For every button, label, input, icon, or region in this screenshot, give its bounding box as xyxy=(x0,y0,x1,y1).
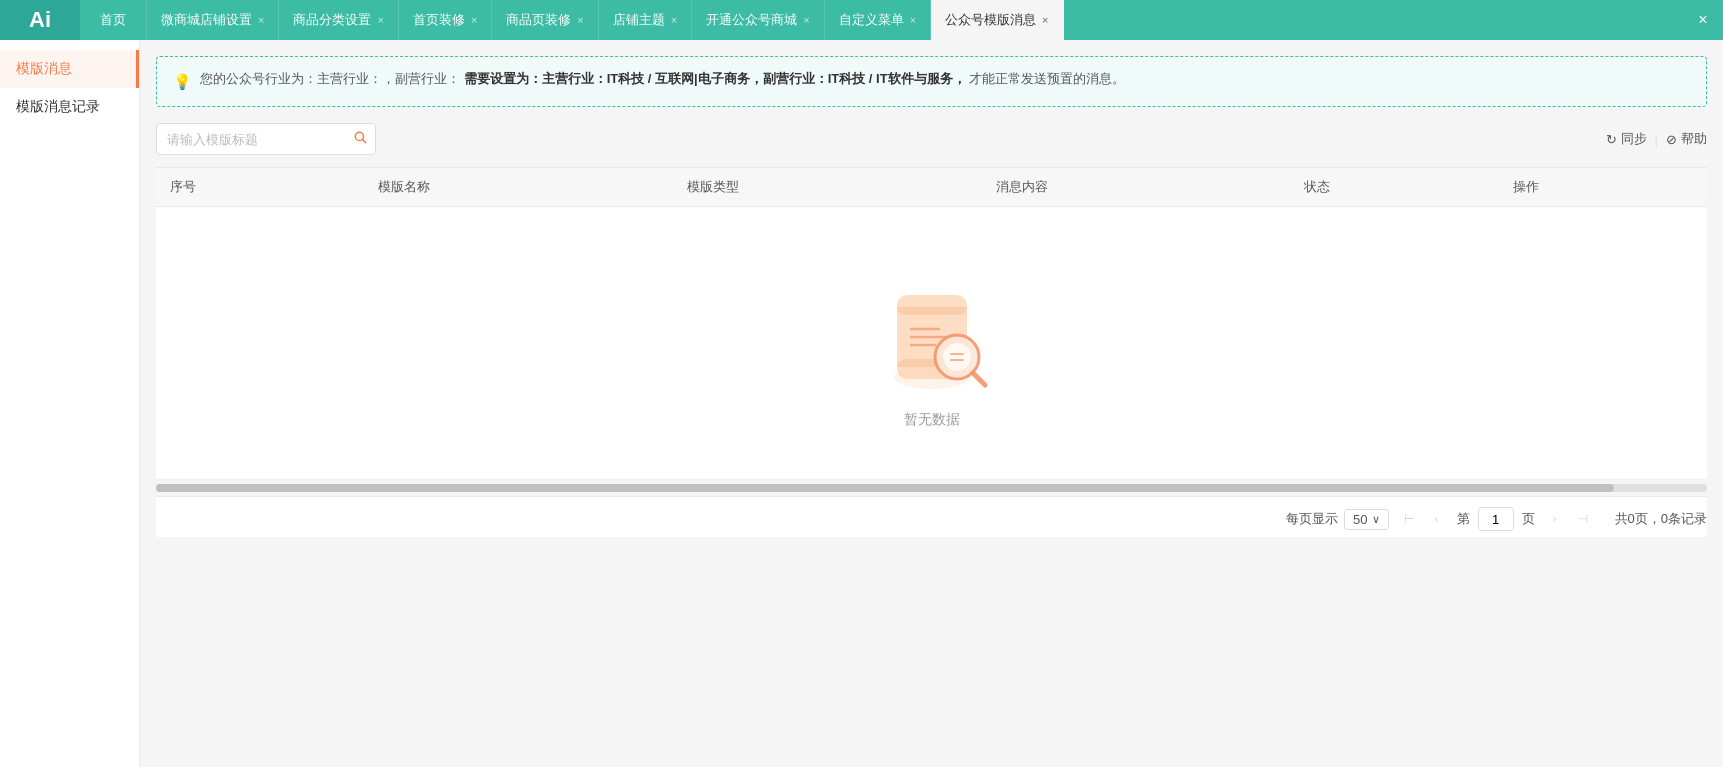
data-table: 序号模版名称模版类型消息内容状态操作 xyxy=(156,167,1707,480)
page-size-dropdown[interactable]: 50 ∨ xyxy=(1344,509,1388,530)
search-input-wrap xyxy=(156,123,376,155)
tab-close-icon[interactable]: × xyxy=(910,14,916,26)
col-header-序号: 序号 xyxy=(156,168,364,207)
sidebar: 模版消息模版消息记录 xyxy=(0,40,140,767)
tab-close-icon[interactable]: × xyxy=(803,14,809,26)
search-button[interactable] xyxy=(353,130,368,148)
sync-icon: ↻ xyxy=(1606,132,1617,147)
next-page-button[interactable]: › xyxy=(1543,507,1567,531)
page-size-select: 每页显示 50 ∨ xyxy=(1286,509,1388,530)
table-container: 序号模版名称模版类型消息内容状态操作 xyxy=(156,167,1707,496)
nav-tab-首页[interactable]: 首页 xyxy=(80,0,147,40)
col-header-消息内容: 消息内容 xyxy=(982,168,1291,207)
nav-tab-自定义菜单[interactable]: 自定义菜单× xyxy=(825,0,931,40)
page-number-input[interactable] xyxy=(1478,507,1514,531)
nav-tab-微商城店铺设置[interactable]: 微商城店铺设置× xyxy=(147,0,279,40)
notice-text: 您的公众号行业为：主营行业：，副营行业： 需要设置为：主营行业：IT科技 / 互… xyxy=(200,69,1125,90)
col-header-操作: 操作 xyxy=(1499,168,1707,207)
nav-tab-商品页装修[interactable]: 商品页装修× xyxy=(492,0,598,40)
table-header-row: 序号模版名称模版类型消息内容状态操作 xyxy=(156,168,1707,207)
tab-close-icon[interactable]: × xyxy=(377,14,383,26)
tab-close-icon[interactable]: × xyxy=(671,14,677,26)
scroll-thumb[interactable] xyxy=(156,484,1614,492)
page-size-label: 每页显示 xyxy=(1286,510,1338,528)
col-header-模版名称: 模版名称 xyxy=(364,168,673,207)
page-prefix-label: 第 xyxy=(1457,510,1470,528)
help-icon: ⊘ xyxy=(1666,132,1677,147)
empty-state: 暂无数据 xyxy=(170,217,1693,469)
top-nav: Ai 首页微商城店铺设置×商品分类设置×首页装修×商品页装修×店铺主题×开通公众… xyxy=(0,0,1723,40)
content-area: 💡 您的公众号行业为：主营行业：，副营行业： 需要设置为：主营行业：IT科技 /… xyxy=(140,40,1723,767)
help-button[interactable]: ⊘ 帮助 xyxy=(1666,130,1707,148)
col-header-模版类型: 模版类型 xyxy=(673,168,982,207)
svg-point-7 xyxy=(943,343,971,371)
total-info: 共0页，0条记录 xyxy=(1615,510,1707,528)
toolbar-right: ↻ 同步 | ⊘ 帮助 xyxy=(1606,130,1707,148)
first-page-button[interactable]: ⊢ xyxy=(1397,507,1421,531)
col-header-状态: 状态 xyxy=(1290,168,1498,207)
app-logo: Ai xyxy=(0,0,80,40)
nav-tab-公众号模版消息[interactable]: 公众号模版消息× xyxy=(931,0,1063,40)
horizontal-scrollbar[interactable] xyxy=(156,484,1707,492)
nav-tabs: 首页微商城店铺设置×商品分类设置×首页装修×商品页装修×店铺主题×开通公众号商城… xyxy=(80,0,1683,40)
tab-close-icon[interactable]: × xyxy=(471,14,477,26)
chevron-down-icon: ∨ xyxy=(1372,513,1380,526)
nav-tab-店铺主题[interactable]: 店铺主题× xyxy=(599,0,692,40)
search-bar: ↻ 同步 | ⊘ 帮助 xyxy=(156,123,1707,155)
last-page-button[interactable]: ⊣ xyxy=(1571,507,1595,531)
tab-close-icon[interactable]: × xyxy=(577,14,583,26)
notice-box: 💡 您的公众号行业为：主营行业：，副营行业： 需要设置为：主营行业：IT科技 /… xyxy=(156,56,1707,107)
tab-close-icon[interactable]: × xyxy=(258,14,264,26)
tab-close-icon[interactable]: × xyxy=(1042,14,1048,26)
notice-icon: 💡 xyxy=(173,70,192,94)
svg-line-8 xyxy=(973,373,985,385)
prev-page-button[interactable]: ‹ xyxy=(1425,507,1449,531)
toolbar-divider: | xyxy=(1655,132,1658,147)
table-empty-row: 暂无数据 xyxy=(156,207,1707,480)
svg-line-1 xyxy=(362,139,365,142)
page-size-value: 50 xyxy=(1353,512,1367,527)
sync-button[interactable]: ↻ 同步 xyxy=(1606,130,1647,148)
nav-tab-商品分类设置[interactable]: 商品分类设置× xyxy=(279,0,398,40)
empty-illustration xyxy=(867,277,997,407)
empty-text: 暂无数据 xyxy=(904,411,960,429)
sidebar-item-模版消息记录[interactable]: 模版消息记录 xyxy=(0,88,139,126)
pagination-bar: 每页显示 50 ∨ ⊢ ‹ 第 页 › ⊣ 共0页，0条记录 xyxy=(156,496,1707,537)
sidebar-item-模版消息[interactable]: 模版消息 xyxy=(0,50,139,88)
pagination-controls: ⊢ ‹ 第 页 › ⊣ xyxy=(1397,507,1595,531)
nav-tab-首页装修[interactable]: 首页装修× xyxy=(399,0,492,40)
global-close-button[interactable]: × xyxy=(1683,0,1723,40)
page-unit-label: 页 xyxy=(1522,510,1535,528)
nav-tab-开通公众号商城[interactable]: 开通公众号商城× xyxy=(692,0,824,40)
search-input[interactable] xyxy=(156,123,376,155)
main-layout: 模版消息模版消息记录 💡 您的公众号行业为：主营行业：，副营行业： 需要设置为：… xyxy=(0,40,1723,767)
